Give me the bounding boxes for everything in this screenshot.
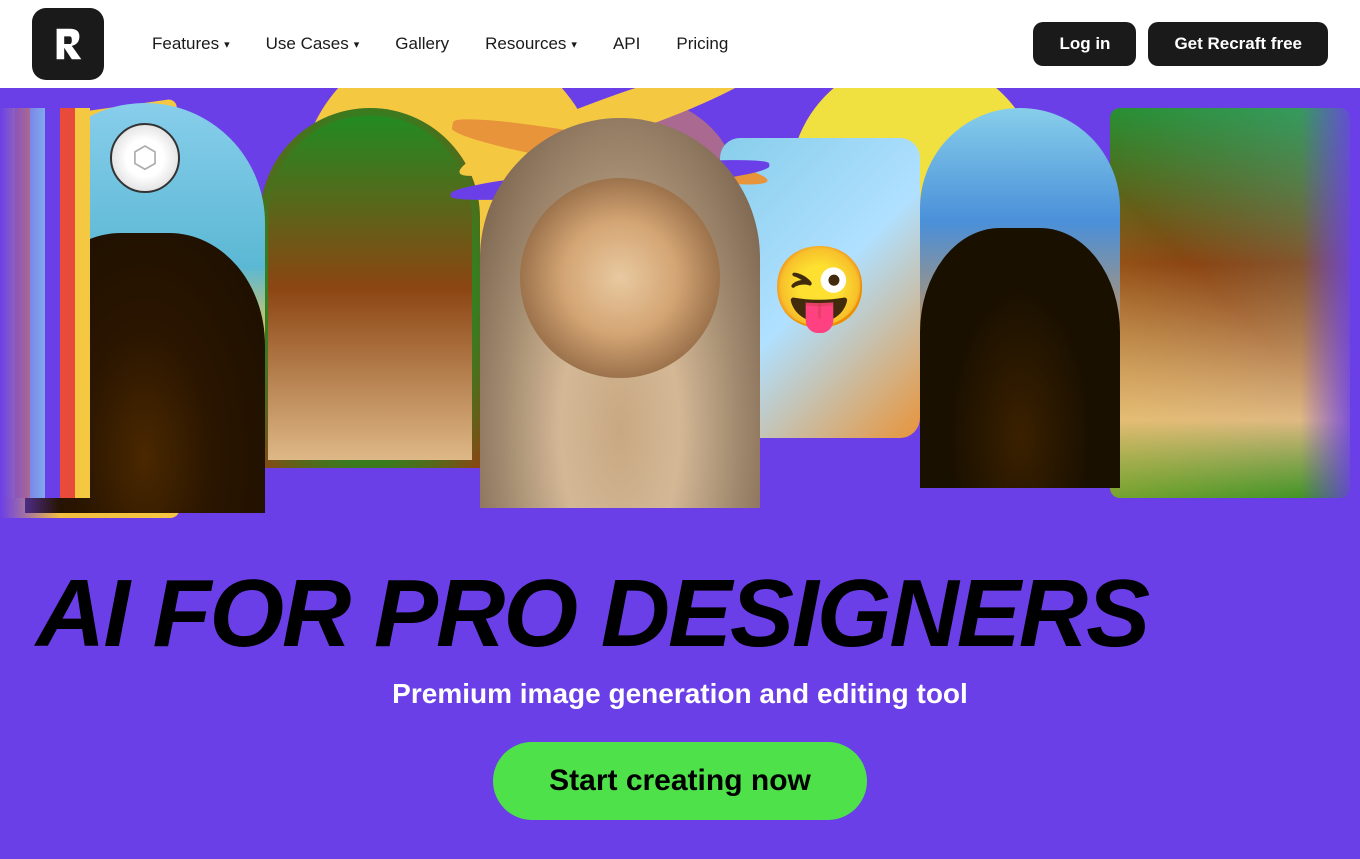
hero-subtitle: Premium image generation and editing too… — [24, 678, 1336, 710]
right-edge-gradient — [1300, 88, 1360, 518]
login-button[interactable]: Log in — [1033, 22, 1136, 66]
start-creating-button[interactable]: Start creating now — [493, 742, 867, 820]
hero-collage — [0, 88, 1360, 518]
nav-label-api: API — [613, 34, 640, 54]
nav-actions: Log in Get Recraft free — [1033, 22, 1328, 66]
nav-links: Features ▾ Use Cases ▾ Gallery Resources… — [136, 26, 1033, 62]
nav-item-use-cases[interactable]: Use Cases ▾ — [250, 26, 376, 62]
nav-item-api[interactable]: API — [597, 26, 656, 62]
interior-scene-left — [260, 108, 480, 468]
strip-red — [60, 108, 75, 498]
nav-label-gallery: Gallery — [395, 34, 449, 54]
navbar: Features ▾ Use Cases ▾ Gallery Resources… — [0, 0, 1360, 88]
nav-item-resources[interactable]: Resources ▾ — [469, 26, 593, 62]
get-recraft-free-button[interactable]: Get Recraft free — [1148, 22, 1328, 66]
left-edge-gradient — [0, 88, 60, 518]
nav-item-gallery[interactable]: Gallery — [379, 26, 465, 62]
chevron-down-icon: ▾ — [354, 38, 360, 51]
logo-icon — [49, 25, 87, 63]
hero-title: AI FOR PRO DESIGNERS — [24, 566, 1336, 662]
hero-cta: Start creating now — [24, 742, 1336, 820]
nav-label-features: Features — [152, 34, 219, 54]
hero-text-block: AI FOR PRO DESIGNERS Premium image gener… — [0, 518, 1360, 820]
nav-label-use-cases: Use Cases — [266, 34, 349, 54]
nav-item-features[interactable]: Features ▾ — [136, 26, 246, 62]
logo[interactable] — [32, 8, 104, 80]
chevron-down-icon: ▾ — [224, 38, 230, 51]
portrait-center-image — [480, 118, 760, 508]
hero-section: AI FOR PRO DESIGNERS Premium image gener… — [0, 88, 1360, 859]
nav-item-pricing[interactable]: Pricing — [660, 26, 744, 62]
soccer-ball — [110, 123, 180, 193]
portrait-center — [480, 118, 760, 508]
chevron-down-icon: ▾ — [571, 38, 577, 51]
strip-yellow2 — [75, 108, 90, 498]
nav-label-resources: Resources — [485, 34, 566, 54]
portrait-right — [920, 108, 1120, 488]
nav-label-pricing: Pricing — [676, 34, 728, 54]
